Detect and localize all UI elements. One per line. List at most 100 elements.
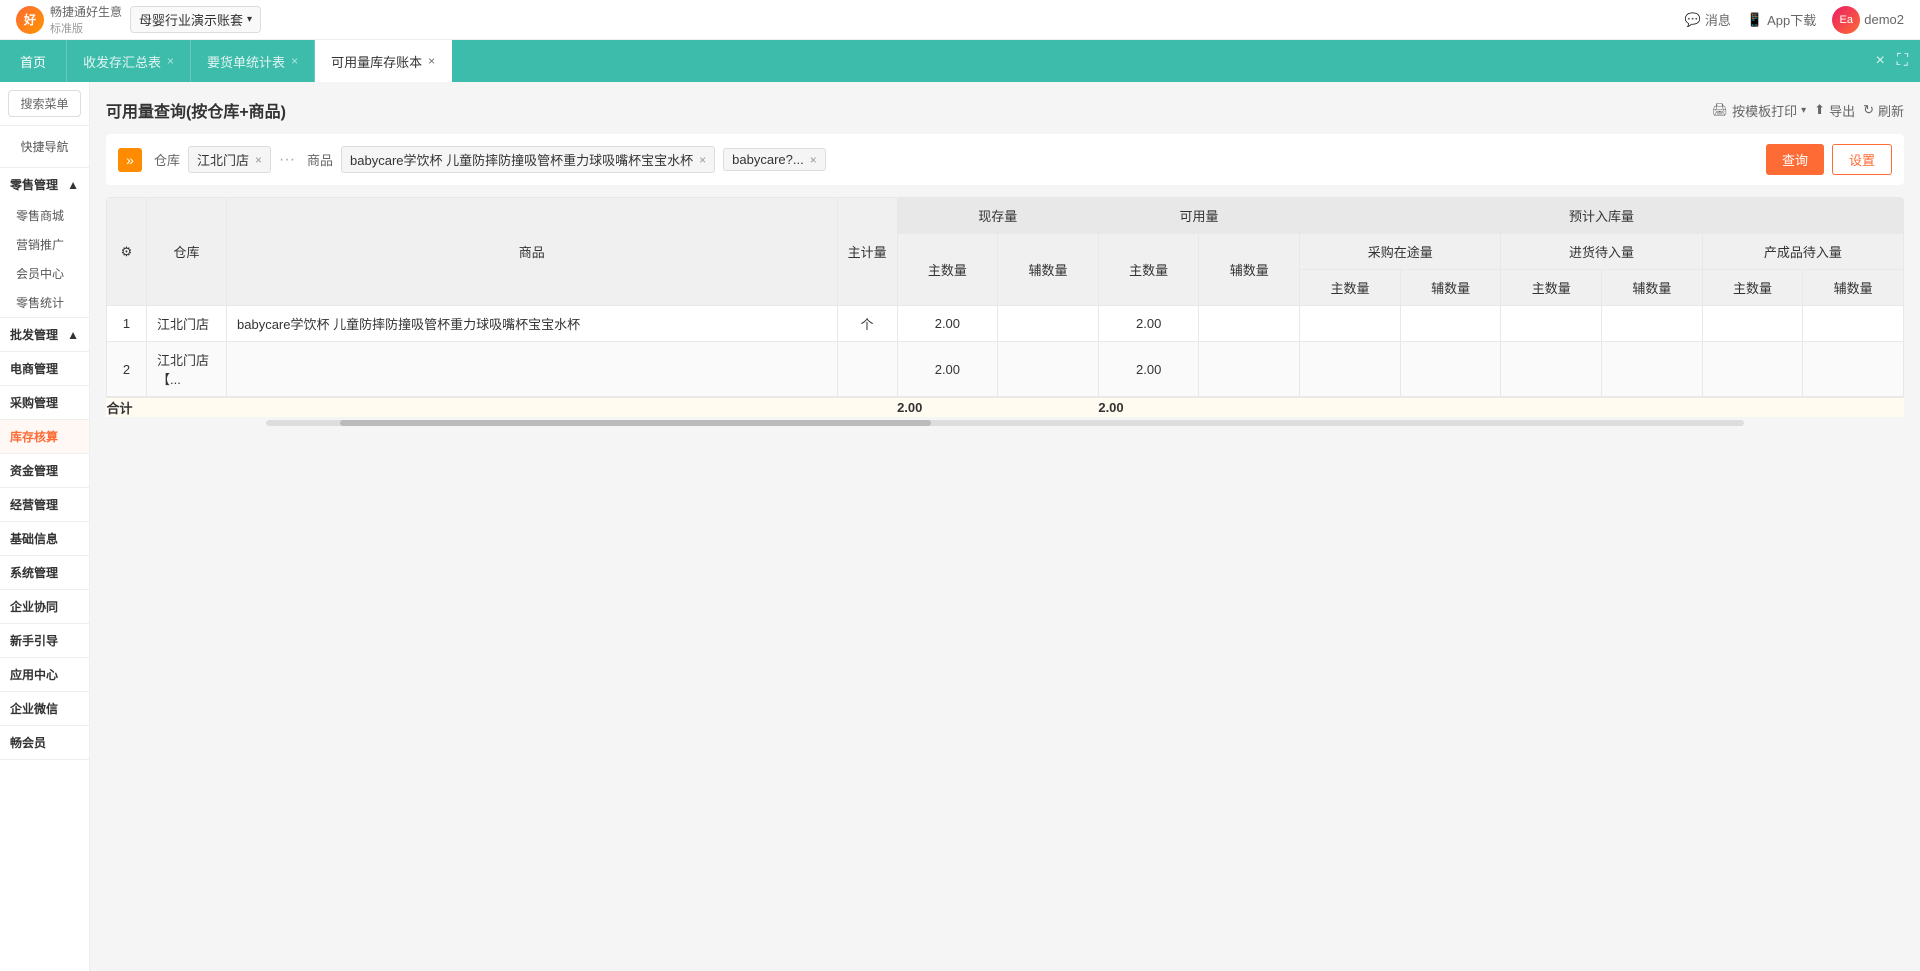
- tab-yaohuo[interactable]: 要货单统计表 ×: [191, 40, 315, 82]
- row-purchase-main-2: [1300, 342, 1401, 398]
- row-warehouse-2: 江北门店【...: [147, 342, 227, 398]
- page-actions: 🖨 按模板打印 ▾ ⬆ 导出 ↻ 刷新: [1712, 101, 1904, 120]
- tab-home[interactable]: 首页: [0, 40, 67, 82]
- total-current-aux: [998, 397, 1099, 417]
- sidebar-section-title-system[interactable]: 系统管理: [0, 556, 89, 589]
- message-button[interactable]: 💬 消息: [1685, 10, 1731, 29]
- row-production-aux-1: [1803, 306, 1904, 342]
- production-main-header: 主数量: [1702, 270, 1803, 306]
- page-header: 可用量查询(按仓库+商品) 🖨 按模板打印 ▾ ⬆ 导出 ↻ 刷新: [106, 98, 1904, 122]
- row-available-main-2: 2.00: [1098, 342, 1199, 398]
- search-menu-button[interactable]: 搜索菜单: [8, 90, 81, 117]
- tab-fullscreen-button[interactable]: ⛶: [1897, 52, 1908, 70]
- sidebar-section-title-purchase[interactable]: 采购管理: [0, 386, 89, 419]
- row-purchase-aux-1: [1400, 306, 1501, 342]
- product2-remove-icon[interactable]: ×: [810, 153, 817, 167]
- sidebar-section-inventory: 库存核算: [0, 420, 89, 454]
- tab-bar-end: × ⛶: [1863, 40, 1920, 82]
- table-row: 2 江北门店【... 2.00 2.00: [107, 342, 1904, 398]
- sidebar-item-retail-stats[interactable]: 零售统计: [0, 288, 89, 317]
- current-aux-qty-header: 辅数量: [998, 234, 1099, 306]
- sidebar-section-title-appcenter[interactable]: 应用中心: [0, 658, 89, 691]
- user-menu[interactable]: Ea demo2: [1832, 6, 1904, 34]
- table-settings-icon[interactable]: ⚙: [121, 244, 133, 259]
- table-container: ⚙ 仓库 商品 主计量 现存量 可用量 预计入库量 主数量 辅数量 主数量 辅数…: [106, 197, 1904, 429]
- total-available-main: 2.00: [1098, 397, 1199, 417]
- tab-bar: 首页 收发存汇总表 × 要货单统计表 × 可用量库存账本 × × ⛶: [0, 40, 1920, 82]
- query-button[interactable]: 查询: [1766, 144, 1824, 175]
- print-button[interactable]: 🖨 按模板打印 ▾: [1712, 101, 1807, 120]
- warehouse-remove-icon[interactable]: ×: [255, 153, 262, 167]
- available-aux-qty-header: 辅数量: [1199, 234, 1300, 306]
- logo-text: 畅捷通好生意 标准版: [50, 3, 122, 36]
- purchase-main-header: 主数量: [1300, 270, 1401, 306]
- account-dropdown[interactable]: 母婴行业演示账套 ▾: [130, 6, 261, 33]
- sidebar-section-title-newguide[interactable]: 新手引导: [0, 624, 89, 657]
- sidebar-item-quicknav[interactable]: 快捷导航: [0, 132, 89, 161]
- row-available-aux-2: [1199, 342, 1300, 398]
- top-bar-left: 好 畅捷通好生意 标准版 母婴行业演示账套 ▾: [16, 3, 261, 36]
- total-row: 合计 2.00 2.00: [107, 397, 1904, 417]
- total-purchase-main: [1300, 397, 1401, 417]
- row-production-aux-2: [1803, 342, 1904, 398]
- tab-close-shoufazhuhui[interactable]: ×: [167, 54, 174, 68]
- app-download-button[interactable]: 📱 App下载: [1747, 10, 1816, 29]
- production-aux-header: 辅数量: [1803, 270, 1904, 306]
- settings-col-header: ⚙: [107, 198, 147, 306]
- sidebar-section-title-enterprise[interactable]: 企业协同: [0, 590, 89, 623]
- settings-button[interactable]: 设置: [1832, 144, 1892, 175]
- filter-expand-button[interactable]: »: [118, 148, 142, 172]
- row-inbound-aux-1: [1602, 306, 1703, 342]
- product-label: 商品: [307, 150, 333, 169]
- tab-close-keyongliang[interactable]: ×: [428, 54, 435, 68]
- inbound-pending-header: 进货待入量: [1501, 234, 1702, 270]
- sidebar-section-operations: 经营管理: [0, 488, 89, 522]
- sidebar-section-title-vip[interactable]: 畅会员: [0, 726, 89, 759]
- sidebar-section-title-ecom[interactable]: 电商管理: [0, 352, 89, 385]
- row-unit-2: [837, 342, 897, 398]
- horizontal-scrollbar[interactable]: [106, 417, 1904, 429]
- tab-close-all-button[interactable]: ×: [1875, 52, 1884, 70]
- avatar: Ea: [1832, 6, 1860, 34]
- warehouse-value[interactable]: 江北门店 ×: [188, 146, 271, 173]
- inbound-aux-header: 辅数量: [1602, 270, 1703, 306]
- purchase-transit-header: 采购在途量: [1300, 234, 1501, 270]
- product-value-2[interactable]: babycare?... ×: [723, 148, 826, 171]
- sidebar-section-title-finance[interactable]: 资金管理: [0, 454, 89, 487]
- scroll-thumb[interactable]: [340, 420, 931, 426]
- export-icon: ⬆: [1814, 102, 1825, 118]
- sidebar-section-title-operations[interactable]: 经营管理: [0, 488, 89, 521]
- tab-shoufazhuhui[interactable]: 收发存汇总表 ×: [67, 40, 191, 82]
- export-button[interactable]: ⬆ 导出: [1814, 101, 1855, 120]
- sidebar-item-marketing[interactable]: 营销推广: [0, 230, 89, 259]
- tab-close-yaohuo[interactable]: ×: [291, 54, 298, 68]
- sidebar-section-ecom: 电商管理: [0, 352, 89, 386]
- total-inbound-main: [1501, 397, 1602, 417]
- product1-remove-icon[interactable]: ×: [699, 153, 706, 167]
- warehouse-col-header: 仓库: [147, 198, 227, 306]
- sidebar-section-finance: 资金管理: [0, 454, 89, 488]
- tab-keyongliang[interactable]: 可用量库存账本 ×: [315, 40, 452, 82]
- sidebar-section-title-basic[interactable]: 基础信息: [0, 522, 89, 555]
- row-purchase-aux-2: [1400, 342, 1501, 398]
- sidebar-section-title-zero-retail[interactable]: 零售管理 ▲: [0, 168, 89, 201]
- row-production-main-1: [1702, 306, 1803, 342]
- total-current-main: 2.00: [897, 397, 998, 417]
- sidebar-item-members[interactable]: 会员中心: [0, 259, 89, 288]
- inbound-main-header: 主数量: [1501, 270, 1602, 306]
- sidebar-section-title-batch[interactable]: 批发管理 ▲: [0, 318, 89, 351]
- sidebar-item-retail-mall[interactable]: 零售商城: [0, 201, 89, 230]
- print-chevron-icon: ▾: [1801, 105, 1806, 116]
- warehouse-more-button[interactable]: ···: [279, 151, 295, 169]
- product-value-1[interactable]: babycare学饮杯 儿童防摔防撞吸管杯重力球吸嘴杯宝宝水杯 ×: [341, 146, 715, 173]
- print-icon: 🖨: [1712, 102, 1729, 118]
- row-purchase-main-1: [1300, 306, 1401, 342]
- row-current-main-2: 2.00: [897, 342, 998, 398]
- refresh-icon: ↻: [1863, 102, 1874, 118]
- total-inbound-aux: [1602, 397, 1703, 417]
- available-main-qty-header: 主数量: [1098, 234, 1199, 306]
- sidebar-section-title-inventory[interactable]: 库存核算: [0, 420, 89, 453]
- row-available-aux-1: [1199, 306, 1300, 342]
- sidebar-section-title-wechat[interactable]: 企业微信: [0, 692, 89, 725]
- refresh-button[interactable]: ↻ 刷新: [1863, 101, 1904, 120]
